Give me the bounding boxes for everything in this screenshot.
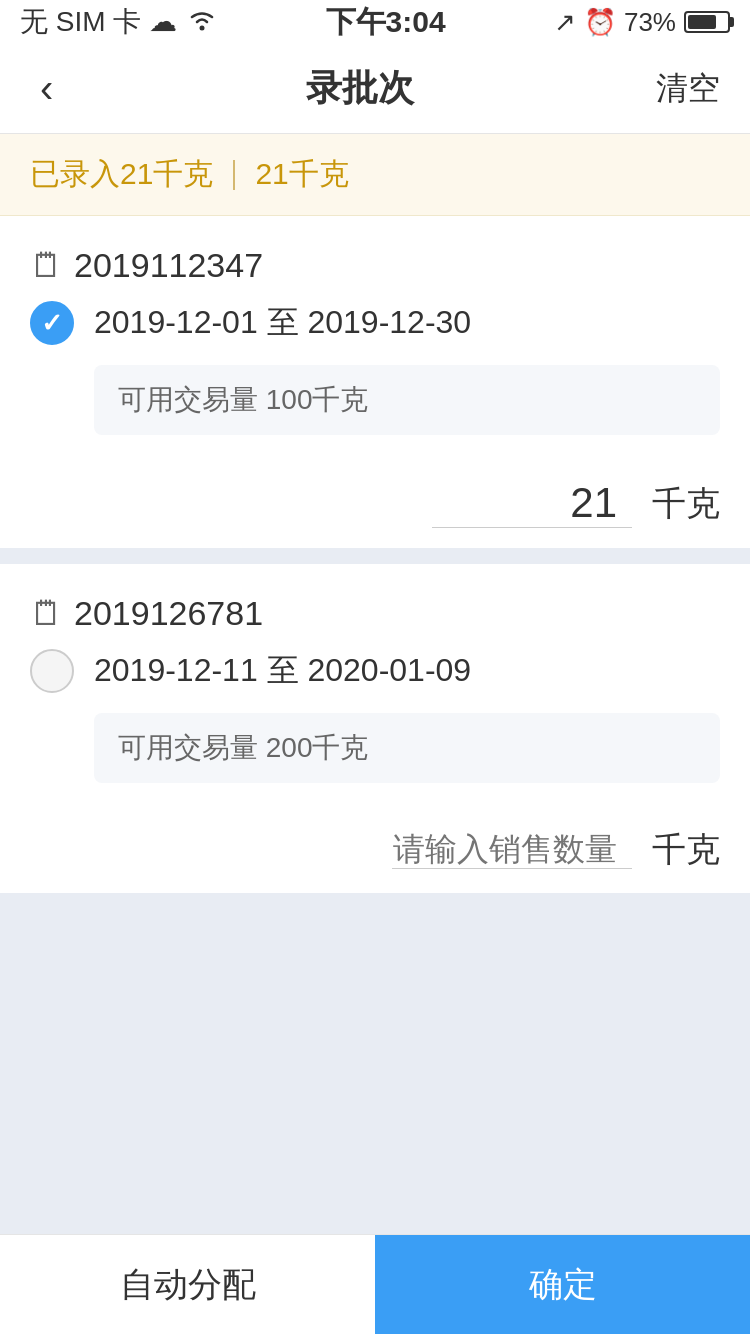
location-icon: ↗ <box>554 7 576 38</box>
no-sim-label: 无 SIM 卡 ☁ <box>20 3 177 41</box>
back-button[interactable]: ‹ <box>30 56 63 121</box>
status-bar: 无 SIM 卡 ☁ 下午3:04 ↗ ⏰ 73% <box>0 0 750 44</box>
batch-1-amount-row: 千克 <box>0 459 750 548</box>
confirm-button[interactable]: 确定 <box>375 1235 750 1334</box>
batch-1-item: 🗒 2019112347 2019-12-01 至 2019-12-30 可用交… <box>0 216 750 435</box>
status-time: 下午3:04 <box>326 2 446 43</box>
status-left: 无 SIM 卡 ☁ <box>20 3 217 41</box>
alarm-icon: ⏰ <box>584 7 616 38</box>
info-divider <box>233 160 235 190</box>
batch-2-section: 🗒 2019126781 2019-12-11 至 2020-01-09 可用交… <box>0 564 750 893</box>
section-divider-1 <box>0 548 750 564</box>
batch-1-amount-input[interactable] <box>432 479 632 528</box>
batch-2-amount-row: 千克 <box>0 807 750 893</box>
batch-1-doc-icon: 🗒 <box>30 246 64 285</box>
batch-2-doc-icon: 🗒 <box>30 594 64 633</box>
info-banner: 已录入21千克 21千克 <box>0 134 750 216</box>
batch-1-section: 🗒 2019112347 2019-12-01 至 2019-12-30 可用交… <box>0 216 750 548</box>
battery-icon <box>684 11 730 33</box>
batch-1-available-qty: 可用交易量 100千克 <box>94 365 720 435</box>
svg-point-0 <box>200 26 205 31</box>
info-amount: 21千克 <box>255 154 348 195</box>
batch-1-header: 🗒 2019112347 <box>30 246 720 285</box>
batch-2-unit: 千克 <box>652 827 720 873</box>
batch-2-radio[interactable] <box>30 649 74 693</box>
recorded-label: 已录入21千克 <box>30 154 213 195</box>
batch-2-available-qty: 可用交易量 200千克 <box>94 713 720 783</box>
bottom-bar: 自动分配 确定 <box>0 1234 750 1334</box>
auto-distribute-button[interactable]: 自动分配 <box>0 1235 375 1334</box>
batch-2-date-row[interactable]: 2019-12-11 至 2020-01-09 <box>30 649 720 693</box>
batch-1-unit: 千克 <box>652 481 720 527</box>
clear-button[interactable]: 清空 <box>656 67 720 111</box>
batch-1-date: 2019-12-01 至 2019-12-30 <box>94 301 471 345</box>
batch-2-item: 🗒 2019126781 2019-12-11 至 2020-01-09 可用交… <box>0 564 750 783</box>
batch-1-number: 2019112347 <box>74 246 263 285</box>
batch-2-header: 🗒 2019126781 <box>30 594 720 633</box>
nav-bar: ‹ 录批次 清空 <box>0 44 750 134</box>
batch-2-date: 2019-12-11 至 2020-01-09 <box>94 649 471 693</box>
section-divider-2 <box>0 893 750 909</box>
status-right: ↗ ⏰ 73% <box>554 7 730 38</box>
wifi-icon <box>187 6 217 38</box>
batch-1-radio[interactable] <box>30 301 74 345</box>
batch-2-number: 2019126781 <box>74 594 263 633</box>
page-title: 录批次 <box>306 64 414 113</box>
batch-2-amount-input[interactable] <box>392 831 632 869</box>
battery-percent: 73% <box>624 7 676 38</box>
batch-1-date-row[interactable]: 2019-12-01 至 2019-12-30 <box>30 301 720 345</box>
